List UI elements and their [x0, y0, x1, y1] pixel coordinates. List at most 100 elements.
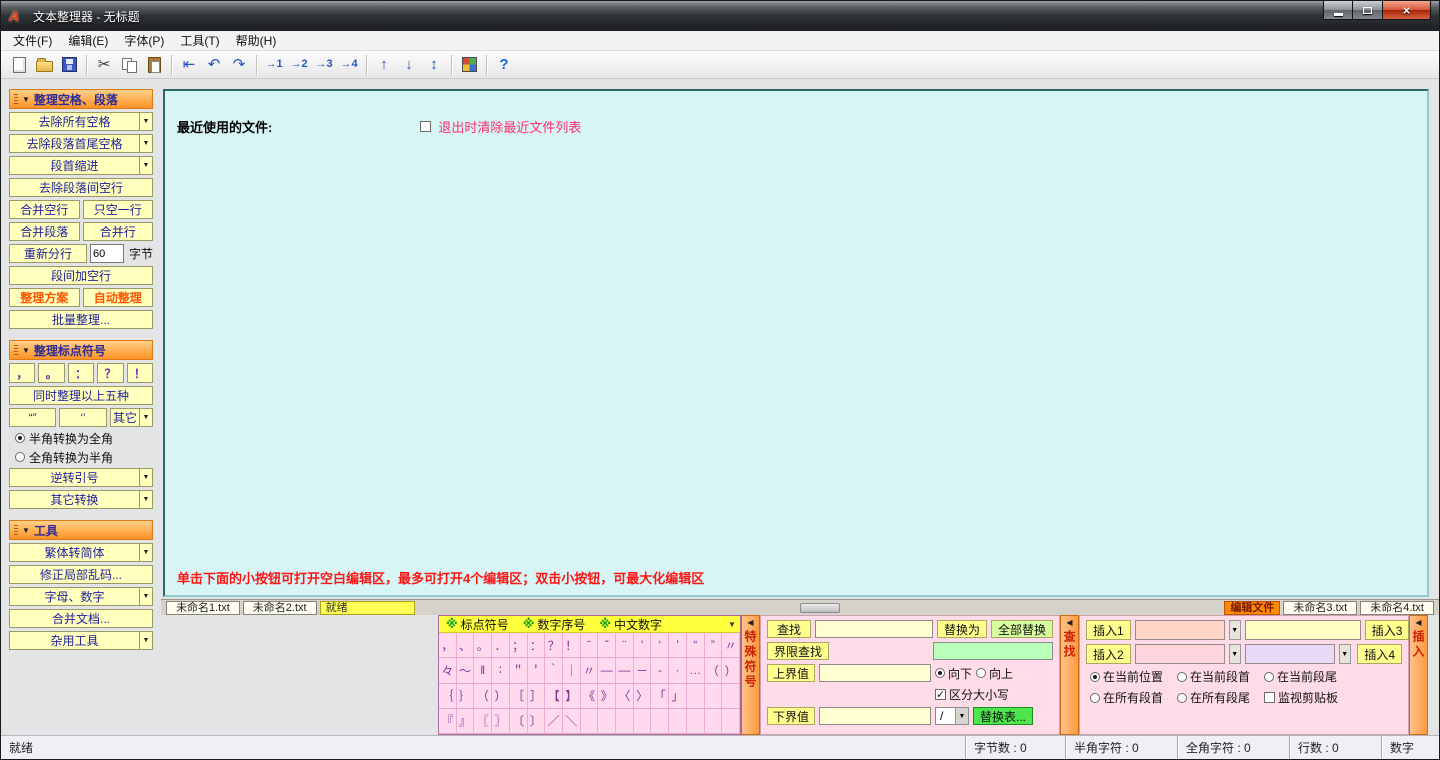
save-icon[interactable] [57, 53, 81, 77]
insert2-button[interactable]: 插入2 [1086, 644, 1131, 664]
upper-bound-input[interactable] [819, 664, 931, 682]
symbol-cell[interactable]: 〖 [474, 709, 492, 734]
collapse-strip-icon[interactable]: ◀ [1066, 618, 1072, 628]
maximize-button[interactable] [1353, 1, 1383, 20]
add-blank-line-between-paragraphs-button[interactable]: 段间加空行 [9, 266, 153, 285]
new-file-icon[interactable] [7, 53, 31, 77]
dropdown-arrow-icon[interactable]: ▼ [139, 491, 152, 508]
symbol-cell[interactable]: ］ [528, 684, 546, 709]
remove-all-spaces-button[interactable]: 去除所有空格▼ [9, 112, 153, 131]
tab-numeric-ordinals[interactable]: ※数字序号 [516, 616, 593, 632]
symbol-cell[interactable]: 、 [457, 633, 475, 658]
symbol-palette-icon[interactable] [457, 53, 481, 77]
symbol-cell[interactable]: ？ [545, 633, 563, 658]
indent-paragraph-button[interactable]: 段首缩进▼ [9, 156, 153, 175]
symbol-cell[interactable]: ¨ [616, 633, 634, 658]
merge-lines-button[interactable]: 合并行 [83, 222, 154, 241]
symbol-cell[interactable]: ） [722, 658, 740, 683]
symbol-cell[interactable]: － [634, 658, 652, 683]
punctuation-button[interactable]: ？ [97, 363, 123, 383]
keep-one-blank-line-button[interactable]: 只空一行 [83, 200, 154, 219]
replace-all-button[interactable]: 全部替换 [991, 620, 1053, 638]
symbol-cell[interactable] [651, 709, 669, 734]
symbol-cell[interactable]: ' [634, 633, 652, 658]
rewrap-lines-button[interactable]: 重新分行 [9, 244, 87, 263]
help-icon[interactable]: ? [492, 53, 516, 77]
copy-icon[interactable] [117, 53, 141, 77]
jump-next-icon[interactable]: ↷ [227, 53, 251, 77]
symbol-cell[interactable]: ˉ [581, 633, 599, 658]
goto-editor-1-icon[interactable]: →1 [262, 53, 286, 77]
insert4-button[interactable]: 插入4 [1357, 644, 1402, 664]
symbol-cell[interactable]: ． [492, 633, 510, 658]
goto-editor-2-icon[interactable]: →2 [287, 53, 311, 77]
insert1-button[interactable]: 插入1 [1086, 620, 1131, 640]
symbol-cell[interactable]: 々 [439, 658, 457, 683]
insert-at-current-position-radio[interactable]: 在当前位置 [1090, 668, 1163, 685]
symbol-cell[interactable]: · [669, 658, 687, 683]
tab-scrollbar-thumb[interactable] [800, 603, 840, 613]
punctuation-button[interactable]: 。 [38, 363, 64, 383]
symbol-cell[interactable]: 〈 [616, 684, 634, 709]
symbol-cell[interactable]: 〃 [722, 633, 740, 658]
cut-icon[interactable]: ✂ [92, 53, 116, 77]
goto-editor-3-icon[interactable]: →3 [312, 53, 336, 77]
insert-at-current-para-start-radio[interactable]: 在当前段首 [1177, 668, 1250, 685]
paste-icon[interactable] [142, 53, 166, 77]
symbol-cell[interactable]: “ [687, 633, 705, 658]
menu-item[interactable]: 文件(F) [5, 30, 60, 51]
boundary-find-button[interactable]: 界限查找 [767, 642, 829, 660]
half-to-full-radio[interactable]: 半角转换为全角 [9, 430, 153, 446]
other-convert-button[interactable]: 其它转换▼ [9, 490, 153, 509]
tidy-scheme-button[interactable]: 整理方案 [9, 288, 80, 307]
separator-select[interactable]: /▼ [935, 707, 969, 725]
symbol-cell[interactable] [722, 684, 740, 709]
insert1-value-box[interactable] [1245, 620, 1361, 640]
symbol-cell[interactable] [687, 709, 705, 734]
symbol-cell[interactable]: ’ [669, 633, 687, 658]
find-input[interactable] [815, 620, 933, 638]
insert-at-all-para-start-radio[interactable]: 在所有段首 [1090, 689, 1163, 706]
remove-blank-lines-button[interactable]: 去除段落间空行 [9, 178, 153, 197]
insert2-value-box[interactable] [1245, 644, 1335, 664]
section-header-spaces-paragraphs[interactable]: ▼整理空格、段落 [9, 89, 153, 109]
menu-item[interactable]: 编辑(E) [60, 30, 116, 51]
insert1-dropdown-icon[interactable]: ▼ [1229, 620, 1241, 640]
minimize-button[interactable] [1323, 1, 1353, 20]
insert2-dropdown-icon[interactable]: ▼ [1229, 644, 1241, 664]
symbol-cell[interactable]: ； [510, 633, 528, 658]
go-first-icon[interactable]: ⇤ [177, 53, 201, 77]
find-button[interactable]: 查找 [767, 620, 811, 638]
edit-file-highlight[interactable]: 编辑文件 [1224, 601, 1280, 615]
symbol-cell[interactable]: ∶ [492, 658, 510, 683]
symbol-cell[interactable]: … [687, 658, 705, 683]
dropdown-arrow-icon[interactable]: ▼ [139, 135, 152, 152]
symbol-cell[interactable]: 「 [651, 684, 669, 709]
symbol-cell[interactable]: 』 [457, 709, 475, 734]
symbol-cell[interactable] [705, 709, 723, 734]
batch-tidy-button[interactable]: 批量整理... [9, 310, 153, 329]
symbol-cell[interactable]: ， [439, 633, 457, 658]
move-updown-icon[interactable]: ↕ [422, 53, 446, 77]
symbol-cell[interactable]: ［ [510, 684, 528, 709]
symbol-cell[interactable]: 】 [563, 684, 581, 709]
dropdown-arrow-icon[interactable]: ▼ [139, 632, 152, 649]
symbol-cell[interactable]: 〉 [634, 684, 652, 709]
dropdown-arrow-icon[interactable]: ▼ [139, 544, 152, 561]
tidy-all-five-button[interactable]: 同时整理以上五种 [9, 386, 153, 405]
punctuation-button[interactable]: ， [9, 363, 35, 383]
watch-clipboard-checkbox[interactable]: 监视剪贴板 [1264, 689, 1338, 706]
move-up-icon[interactable]: ↑ [372, 53, 396, 77]
insert-strip[interactable]: ◀ 插入 [1409, 615, 1428, 735]
symbol-cell[interactable]: ＇ [528, 658, 546, 683]
fix-garbled-text-button[interactable]: 修正局部乱码... [9, 565, 153, 584]
tab-chinese-numerals[interactable]: ※中文数字 [592, 616, 669, 632]
editor-tab[interactable]: 未命名4.txt [1360, 601, 1434, 615]
insert2-value-dropdown-icon[interactable]: ▼ [1339, 644, 1351, 664]
symbol-cell[interactable]: 〗 [492, 709, 510, 734]
full-to-half-radio[interactable]: 全角转换为半角 [9, 449, 153, 465]
symbol-cell[interactable]: ） [492, 684, 510, 709]
symbol-cell[interactable]: 。 [474, 633, 492, 658]
jump-prev-icon[interactable]: ↶ [202, 53, 226, 77]
symbol-cell[interactable]: ‖ [474, 658, 492, 683]
